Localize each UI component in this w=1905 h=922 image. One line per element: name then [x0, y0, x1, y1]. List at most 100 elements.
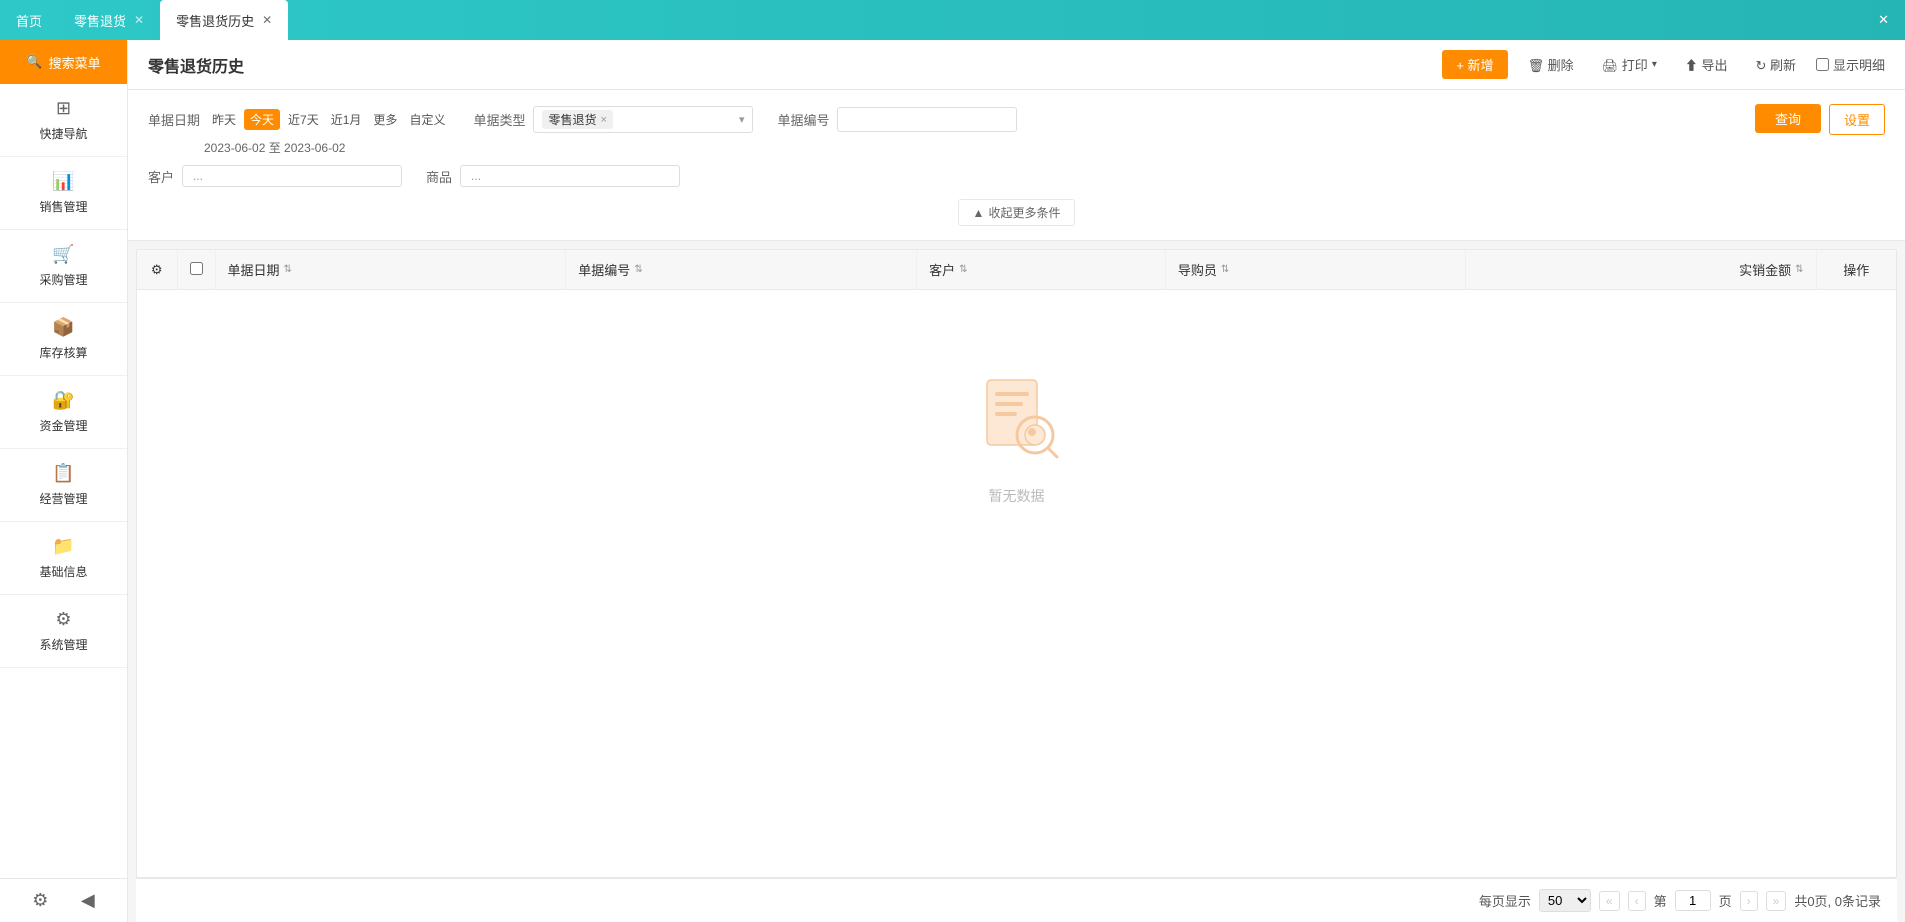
filter-row-1: 单据日期 昨天 今天 近7天 近1月 更多 自定义 单据类型 — [148, 104, 1885, 135]
customer-col-header[interactable]: 客户 ⇅ — [917, 250, 1166, 290]
page-input[interactable] — [1675, 890, 1711, 911]
search-icon: 🔍 — [26, 54, 42, 70]
sidebar-item-sales-mgmt[interactable]: 📊 销售管理 — [0, 157, 127, 230]
sidebar-item-operations[interactable]: 📋 经营管理 — [0, 449, 127, 522]
close-tab-retail-return[interactable]: ✕ — [134, 13, 144, 27]
doc-no-filter: 单据编号 — [777, 107, 1017, 132]
sidebar-item-system-mgmt[interactable]: ⚙ 系统管理 — [0, 595, 127, 668]
total-text: 共0页, 0条记录 — [1794, 891, 1881, 910]
refresh-button[interactable]: ↻ 刷新 — [1747, 51, 1804, 78]
page-title: 零售退货历史 — [148, 53, 1442, 77]
date-opt-custom[interactable]: 自定义 — [405, 109, 449, 130]
table-container: ⚙ 单据日期 ⇅ 单据编号 — [136, 249, 1897, 878]
checkbox-col-header[interactable] — [177, 250, 215, 290]
prev-page-btn[interactable]: ‹ — [1628, 891, 1646, 911]
query-button[interactable]: 查询 — [1755, 104, 1821, 133]
export-button[interactable]: ⬆ 导出 — [1677, 51, 1736, 78]
filter-row-2: 客户 ... 商品 ... — [148, 165, 1885, 187]
tab-home[interactable]: 首页 — [0, 0, 58, 40]
guide-sort-icon: ⇅ — [1221, 264, 1229, 275]
sidebar-item-purchase-mgmt[interactable]: 🛒 采购管理 — [0, 230, 127, 303]
collapse-icon[interactable]: ◀ — [81, 890, 95, 911]
date-opt-7days[interactable]: 近7天 — [284, 109, 323, 130]
guide-col-header[interactable]: 导购员 ⇅ — [1165, 250, 1465, 290]
top-bar: 首页 零售退货 ✕ 零售退货历史 ✕ ✕ — [0, 0, 1905, 40]
doc-type-tag: 零售退货 × — [542, 110, 612, 129]
date-range-display: 2023-06-02 至 2023-06-02 — [204, 141, 345, 155]
page-size-label: 每页显示 — [1479, 891, 1531, 910]
page-size-select[interactable]: 50 10 20 100 — [1539, 889, 1591, 912]
operations-icon: 📋 — [52, 463, 74, 484]
delete-button[interactable]: 🗑 删除 — [1520, 51, 1582, 78]
date-opt-1month[interactable]: 近1月 — [327, 109, 366, 130]
quick-nav-icon: ⊞ — [56, 98, 71, 119]
sidebar-item-finance[interactable]: 🔐 资金管理 — [0, 376, 127, 449]
top-bar-close[interactable]: ✕ — [1878, 12, 1889, 28]
date-col-header[interactable]: 单据日期 ⇅ — [215, 250, 566, 290]
sidebar: 🔍 搜索菜单 ⊞ 快捷导航 📊 销售管理 🛒 采购管理 📦 库存核算 🔐 — [0, 40, 128, 922]
tab-retail-return[interactable]: 零售退货 ✕ — [58, 0, 160, 40]
filter-area: 单据日期 昨天 今天 近7天 近1月 更多 自定义 单据类型 — [128, 90, 1905, 241]
next-page-btn[interactable]: › — [1740, 891, 1758, 911]
base-info-icon: 📁 — [52, 536, 74, 557]
doc-type-remove[interactable]: × — [600, 114, 606, 126]
date-opt-more[interactable]: 更多 — [369, 109, 401, 130]
date-opt-today[interactable]: 今天 — [244, 109, 280, 130]
doc-type-dropdown-icon: ▾ — [739, 113, 745, 126]
doc-no-input[interactable] — [837, 107, 1017, 132]
show-detail-input[interactable] — [1816, 58, 1829, 71]
sales-icon: 📊 — [52, 171, 74, 192]
customer-select[interactable]: ... — [182, 165, 402, 187]
empty-text: 暂无数据 — [989, 486, 1045, 506]
page-label-pre: 第 — [1654, 891, 1667, 910]
print-button[interactable]: 🖨 打印 ▾ — [1594, 51, 1665, 78]
doc-no-label: 单据编号 — [777, 110, 829, 129]
sidebar-item-quick-nav[interactable]: ⊞ 快捷导航 — [0, 84, 127, 157]
action-col-header: 操作 — [1816, 250, 1896, 290]
date-sort-icon: ⇅ — [284, 264, 292, 275]
sidebar-item-inventory[interactable]: 📦 库存核算 — [0, 303, 127, 376]
collapse-btn[interactable]: ▲ 收起更多条件 — [958, 199, 1076, 226]
finance-icon: 🔐 — [52, 390, 74, 411]
no-col-header[interactable]: 单据编号 ⇅ — [566, 250, 917, 290]
goods-filter: 商品 ... — [426, 165, 680, 187]
first-page-btn[interactable]: « — [1599, 891, 1620, 911]
page-label-post: 页 — [1719, 891, 1732, 910]
show-detail-checkbox[interactable]: 显示明细 — [1816, 55, 1885, 74]
search-menu-btn[interactable]: 🔍 搜索菜单 — [0, 40, 127, 84]
date-options: 昨天 今天 近7天 近1月 更多 自定义 — [208, 109, 449, 130]
no-sort-icon: ⇅ — [634, 264, 642, 275]
empty-state: 暂无数据 — [137, 290, 1896, 586]
data-table: ⚙ 单据日期 ⇅ 单据编号 — [137, 250, 1896, 586]
collapse-up-icon: ▲ — [973, 206, 985, 220]
goods-select[interactable]: ... — [460, 165, 680, 187]
header-actions: + 新增 🗑 删除 🖨 打印 ▾ ⬆ 导出 ↻ 刷新 显示明细 — [1442, 50, 1885, 79]
select-all-checkbox[interactable] — [190, 262, 203, 275]
doc-type-label: 单据类型 — [473, 110, 525, 129]
sidebar-item-base-info[interactable]: 📁 基础信息 — [0, 522, 127, 595]
doc-type-filter: 单据类型 零售退货 × ▾ — [473, 106, 753, 133]
empty-illustration — [967, 370, 1067, 470]
settings-button[interactable]: 设置 — [1829, 104, 1885, 135]
date-label: 单据日期 — [148, 110, 200, 129]
close-tab-retail-return-history[interactable]: ✕ — [262, 13, 272, 27]
settings-icon[interactable]: ⚙ — [32, 890, 48, 911]
main-layout: 🔍 搜索菜单 ⊞ 快捷导航 📊 销售管理 🛒 采购管理 📦 库存核算 🔐 — [0, 40, 1905, 922]
add-button[interactable]: + 新增 — [1442, 50, 1507, 79]
customer-label: 客户 — [148, 167, 174, 186]
date-opt-yesterday[interactable]: 昨天 — [208, 109, 240, 130]
last-page-btn[interactable]: » — [1766, 891, 1787, 911]
purchase-icon: 🛒 — [52, 244, 74, 265]
inventory-icon: 📦 — [52, 317, 74, 338]
customer-sort-icon: ⇅ — [959, 264, 967, 275]
customer-filter: 客户 ... — [148, 165, 402, 187]
goods-label: 商品 — [426, 167, 452, 186]
pagination-bar: 每页显示 50 10 20 100 « ‹ 第 页 › » 共0页, 0条记录 — [136, 878, 1897, 922]
amount-sort-icon: ⇅ — [1795, 264, 1803, 275]
amount-col-header[interactable]: 实销金额 ⇅ — [1465, 250, 1816, 290]
settings-col-header[interactable]: ⚙ — [137, 250, 177, 290]
doc-type-select[interactable]: 零售退货 × ▾ — [533, 106, 753, 133]
chevron-down-icon: ▾ — [1652, 59, 1657, 70]
sidebar-nav: ⊞ 快捷导航 📊 销售管理 🛒 采购管理 📦 库存核算 🔐 资金管理 📋 — [0, 84, 127, 878]
tab-retail-return-history[interactable]: 零售退货历史 ✕ — [160, 0, 288, 40]
